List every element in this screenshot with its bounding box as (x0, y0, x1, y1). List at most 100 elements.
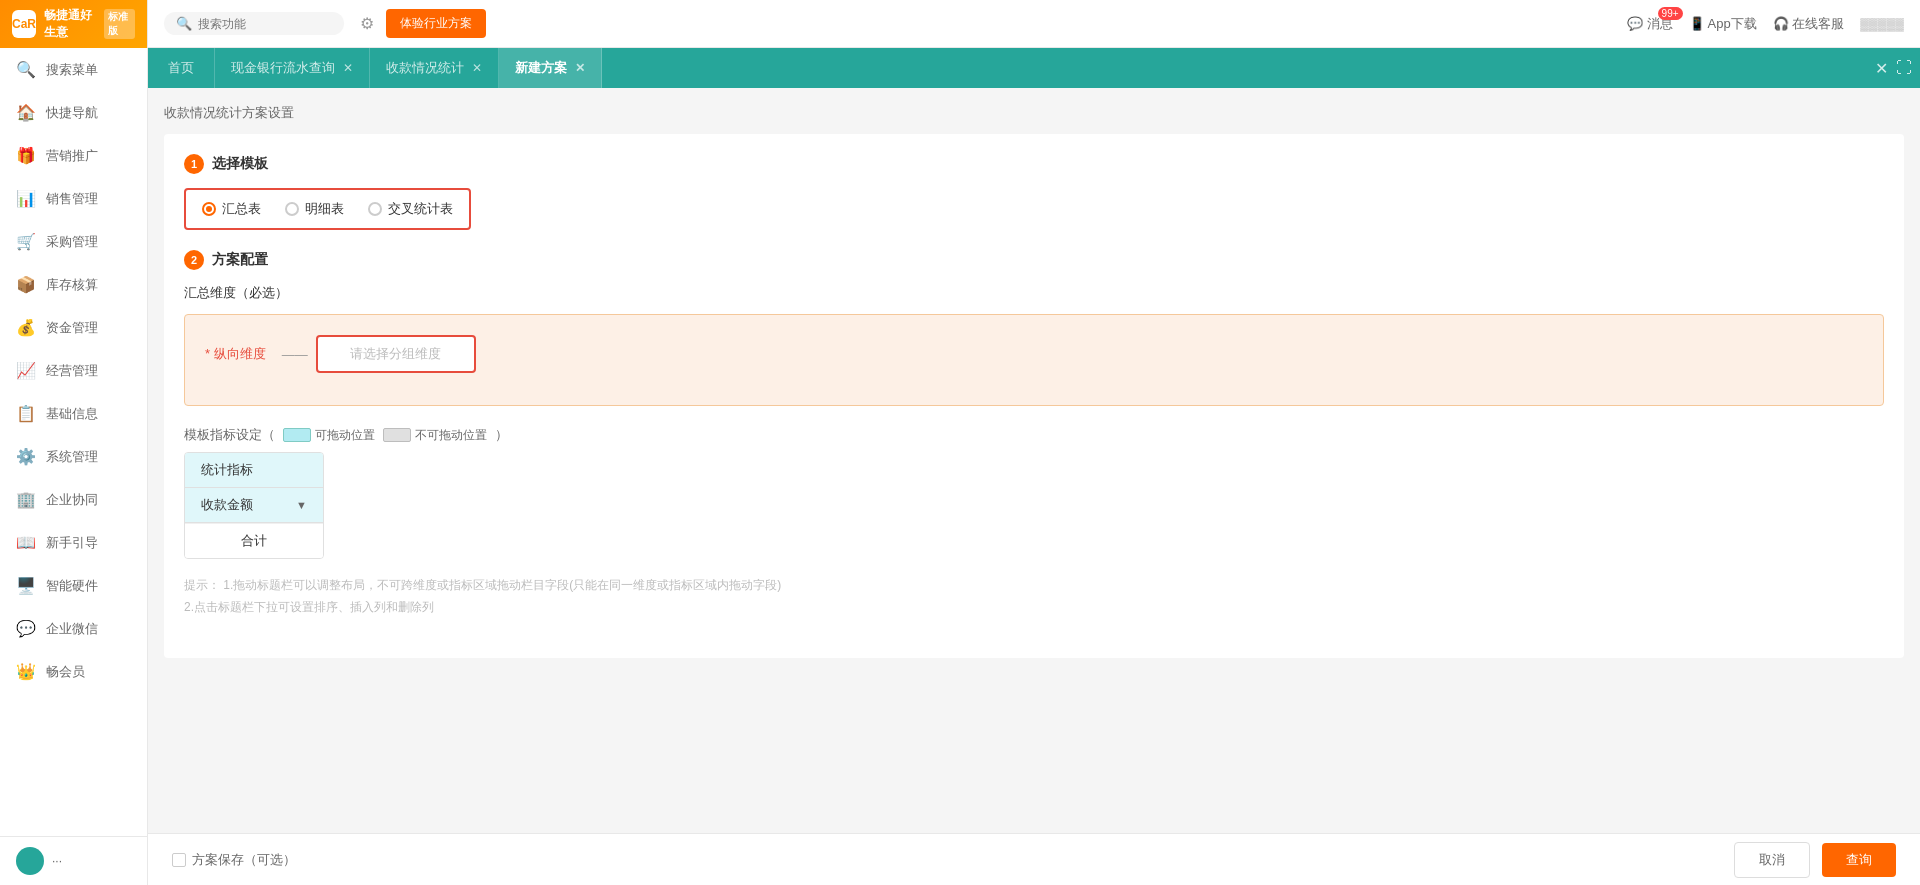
home-icon: 🏠 (16, 103, 36, 122)
sidebar-item-base-info[interactable]: 📋 基础信息 (0, 392, 147, 435)
sidebar-item-purchase[interactable]: 🛒 采购管理 (0, 220, 147, 263)
tab-new-scheme[interactable]: 新建方案 ✕ (499, 48, 602, 88)
save-scheme-checkbox-wrap[interactable]: 方案保存（可选） (172, 851, 296, 869)
tabbar-actions: ✕ ⛶ (1859, 48, 1920, 88)
sidebar-item-quick-nav[interactable]: 🏠 快捷导航 (0, 91, 147, 134)
sidebar-item-operations[interactable]: 📈 经营管理 (0, 349, 147, 392)
radio-summary-label: 汇总表 (222, 200, 261, 218)
sidebar-label-finance: 资金管理 (46, 319, 98, 337)
sidebar-item-sales[interactable]: 📊 销售管理 (0, 177, 147, 220)
tab-new-scheme-close[interactable]: ✕ (575, 61, 585, 75)
sidebar-item-marketing[interactable]: 🎁 营销推广 (0, 134, 147, 177)
marketing-icon: 🎁 (16, 146, 36, 165)
tips-section: 提示： 1.拖动标题栏可以调整布局，不可跨维度或指标区域拖动栏目字段(只能在同一… (184, 575, 1884, 618)
sidebar-user-name: ··· (52, 854, 62, 868)
tab-bank-flow-close[interactable]: ✕ (343, 61, 353, 75)
indicator-stat-header: 统计指标 (185, 453, 323, 488)
radio-summary-circle (202, 202, 216, 216)
search-icon: 🔍 (176, 16, 192, 31)
sidebar-item-enterprise[interactable]: 🏢 企业协同 (0, 478, 147, 521)
dimension-row: * 纵向维度 —— 请选择分组维度 (205, 335, 1863, 373)
member-icon: 👑 (16, 662, 36, 681)
settings-icon[interactable]: ⚙ (360, 14, 374, 33)
sidebar-label-wechat: 企业微信 (46, 620, 98, 638)
main-content: 收款情况统计方案设置 1 选择模板 汇总表 明细表 交叉统计表 (148, 88, 1920, 885)
topbar-right: 💬 99+ 消息 📱 App下载 🎧 在线客服 ▓▓▓▓▓ (1627, 15, 1904, 33)
sidebar-label-purchase: 采购管理 (46, 233, 98, 251)
step2-number: 2 (184, 250, 204, 270)
step1-number: 1 (184, 154, 204, 174)
tab-maximize-icon[interactable]: ⛶ (1896, 59, 1912, 77)
search-menu-icon: 🔍 (16, 60, 36, 79)
logo-icon: CaR (12, 10, 36, 38)
tab-close-all-icon[interactable]: ✕ (1875, 59, 1888, 78)
enterprise-icon: 🏢 (16, 490, 36, 509)
search-input[interactable] (198, 17, 318, 31)
sales-icon: 📊 (16, 189, 36, 208)
step1-header: 1 选择模板 (184, 154, 1884, 174)
notifications-wrap[interactable]: 💬 99+ 消息 (1627, 15, 1673, 33)
radio-detail-label: 明细表 (305, 200, 344, 218)
radio-detail-circle (285, 202, 299, 216)
radio-summary[interactable]: 汇总表 (202, 200, 261, 218)
tab-home[interactable]: 首页 (148, 48, 215, 88)
sidebar-item-search-menu[interactable]: 🔍 搜索菜单 (0, 48, 147, 91)
non-draggable-label: 不可拖动位置 (415, 427, 487, 444)
page-title: 收款情况统计方案设置 (164, 104, 1904, 122)
non-draggable-legend-box (383, 428, 411, 442)
indicator-table: 统计指标 收款金额 ▼ 合计 (184, 452, 324, 559)
radio-cross[interactable]: 交叉统计表 (368, 200, 453, 218)
base-info-icon: 📋 (16, 404, 36, 423)
sidebar-label-system: 系统管理 (46, 448, 98, 466)
sidebar-item-guide[interactable]: 📖 新手引导 (0, 521, 147, 564)
dim-selector[interactable]: 请选择分组维度 (316, 335, 476, 373)
sidebar-logo: CaR 畅捷通好生意 标准版 (0, 0, 147, 48)
tab-bank-flow[interactable]: 现金银行流水查询 ✕ (215, 48, 370, 88)
user-name: ▓▓▓▓▓ (1860, 17, 1904, 31)
sidebar-label-quick-nav: 快捷导航 (46, 104, 98, 122)
cancel-button[interactable]: 取消 (1734, 842, 1810, 878)
stat-label: 统计指标 (201, 461, 253, 479)
radio-detail[interactable]: 明细表 (285, 200, 344, 218)
scheme-card: 1 选择模板 汇总表 明细表 交叉统计表 2 (164, 134, 1904, 658)
footer-bar: 方案保存（可选） 取消 查询 (148, 833, 1920, 885)
sidebar-item-finance[interactable]: 💰 资金管理 (0, 306, 147, 349)
vertical-dim-label: * 纵向维度 (205, 345, 266, 363)
query-button[interactable]: 查询 (1822, 843, 1896, 877)
sidebar-item-wechat[interactable]: 💬 企业微信 (0, 607, 147, 650)
purchase-icon: 🛒 (16, 232, 36, 251)
app-name: 畅捷通好生意 (44, 7, 100, 41)
sidebar-item-system[interactable]: ⚙️ 系统管理 (0, 435, 147, 478)
tab-new-scheme-label: 新建方案 (515, 59, 567, 77)
sidebar-label-member: 畅会员 (46, 663, 85, 681)
indicator-table-wrap: 统计指标 收款金额 ▼ 合计 (184, 452, 1884, 559)
legend-non-draggable: 不可拖动位置 (383, 427, 487, 444)
search-box[interactable]: 🔍 (164, 12, 344, 35)
online-service-label: 在线客服 (1792, 16, 1844, 31)
step2-header: 2 方案配置 (184, 250, 1884, 270)
sidebar-item-inventory[interactable]: 📦 库存核算 (0, 263, 147, 306)
tab-receipt-stats-label: 收款情况统计 (386, 59, 464, 77)
scheme-config: 汇总维度（必选） * 纵向维度 —— 请选择分组维度 模板指标设定（ (184, 284, 1884, 618)
notification-badge: 99+ (1658, 7, 1683, 20)
sidebar-bottom: ··· (0, 836, 147, 885)
sidebar-item-hardware[interactable]: 🖥️ 智能硬件 (0, 564, 147, 607)
industry-scheme-button[interactable]: 体验行业方案 (386, 9, 486, 38)
save-scheme-checkbox[interactable] (172, 853, 186, 867)
dimension-area: * 纵向维度 —— 请选择分组维度 (184, 314, 1884, 406)
draggable-legend-box (283, 428, 311, 442)
sidebar-item-member[interactable]: 👑 畅会员 (0, 650, 147, 693)
tip-1: 提示： 1.拖动标题栏可以调整布局，不可跨维度或指标区域拖动栏目字段(只能在同一… (184, 575, 1884, 597)
indicator-sub: 合计 (241, 533, 267, 548)
indicator-name-row[interactable]: 收款金额 ▼ (185, 488, 323, 523)
app-download-icon: 📱 (1689, 16, 1708, 31)
service-icon: 🎧 (1773, 16, 1793, 31)
indicator-name: 收款金额 (201, 496, 253, 514)
dim-placeholder: 请选择分组维度 (350, 345, 441, 363)
legend-draggable: 可拖动位置 (283, 427, 375, 444)
app-download[interactable]: 📱 App下载 (1689, 15, 1757, 33)
tab-receipt-stats[interactable]: 收款情况统计 ✕ (370, 48, 499, 88)
tab-receipt-stats-close[interactable]: ✕ (472, 61, 482, 75)
step1-section: 1 选择模板 汇总表 明细表 交叉统计表 (184, 154, 1884, 230)
online-service[interactable]: 🎧 在线客服 (1773, 15, 1845, 33)
